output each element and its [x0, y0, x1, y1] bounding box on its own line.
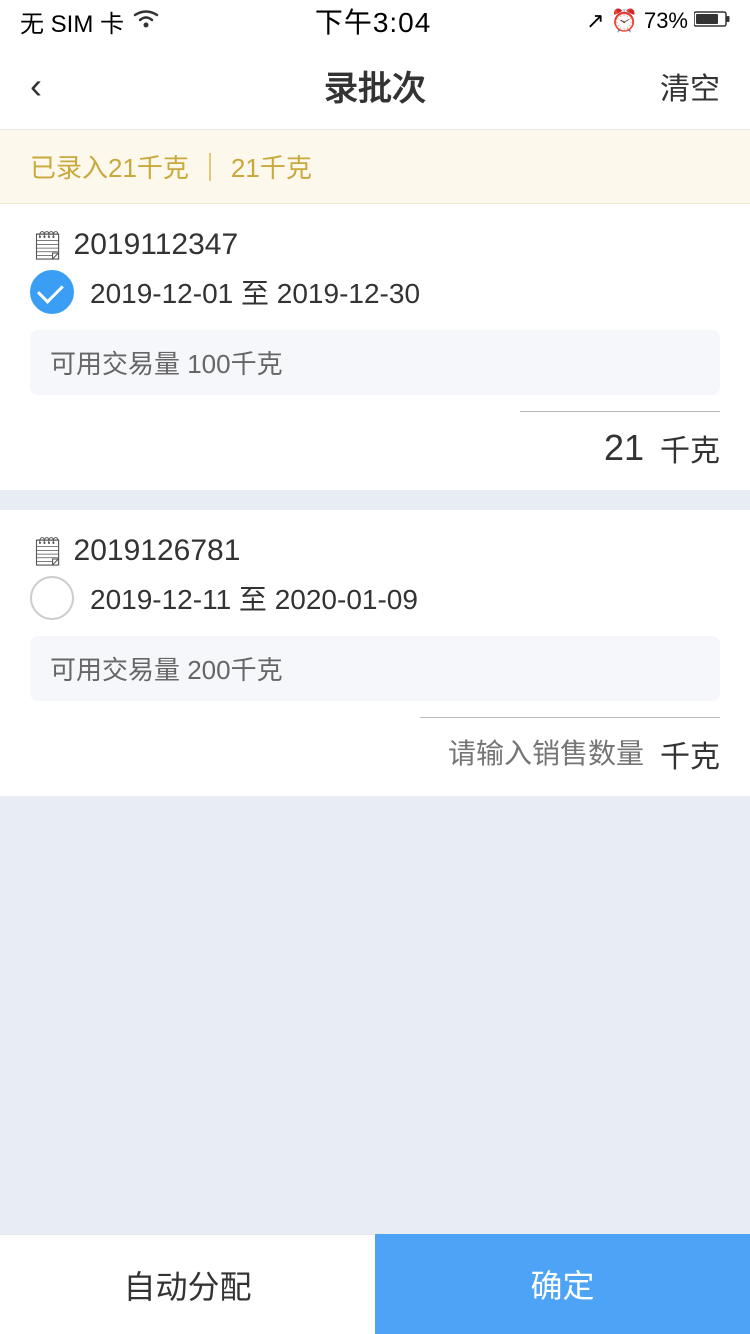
batch-header-1: 🗒 2019112347: [0, 204, 750, 270]
main-content: 已录入21千克 21千克 🗒 2019112347 2019-12-01 至 2…: [0, 130, 750, 1234]
wifi-icon: [132, 7, 160, 35]
quantity-input-2[interactable]: [364, 738, 644, 770]
batch-item-1: 🗒 2019112347 2019-12-01 至 2019-12-30 可用交…: [0, 204, 750, 490]
battery-percent: 73%: [644, 8, 688, 34]
status-left: 无 SIM 卡: [20, 4, 160, 39]
section-separator: [0, 490, 750, 510]
batch-avail-2: 可用交易量 200千克: [30, 636, 720, 701]
batch-header-2: 🗒 2019126781: [0, 510, 750, 576]
empty-area: [0, 796, 750, 1234]
batch-amount-row-1: 21 千克: [0, 416, 750, 490]
location-icon: ↗: [586, 8, 604, 34]
batch-date-row-2[interactable]: 2019-12-11 至 2020-01-09: [0, 576, 750, 628]
batch-id-1: 2019112347: [74, 228, 239, 262]
recorded-value: 21千克: [231, 148, 312, 185]
batch-item-2: 🗒 2019126781 2019-12-11 至 2020-01-09 可用交…: [0, 510, 750, 796]
battery-icon: [694, 8, 730, 34]
recorded-label: 已录入21千克: [30, 148, 189, 185]
page-title: 录批次: [324, 61, 426, 110]
batch-avail-1: 可用交易量 100千克: [30, 330, 720, 395]
batch-icon-2: 🗒: [30, 535, 66, 568]
amount-value-1: 21: [604, 427, 644, 469]
batch-id-2: 2019126781: [74, 534, 241, 568]
batch-date-1: 2019-12-01 至 2019-12-30: [90, 272, 420, 312]
alarm-icon: ⏰: [611, 8, 638, 34]
status-time: 下午3:04: [315, 1, 432, 41]
amount-unit-1: 千克: [660, 426, 720, 470]
bottom-bar: 自动分配 确定: [0, 1234, 750, 1334]
clear-button[interactable]: 清空: [660, 64, 720, 108]
info-banner: 已录入21千克 21千克: [0, 130, 750, 204]
input-row-2[interactable]: 千克: [0, 722, 750, 796]
banner-divider: [209, 153, 211, 181]
auto-distribute-button[interactable]: 自动分配: [0, 1234, 375, 1334]
nav-bar: ‹ 录批次 清空: [0, 42, 750, 130]
input-unit-2: 千克: [660, 732, 720, 776]
batch-icon-1: 🗒: [30, 229, 66, 262]
confirm-button[interactable]: 确定: [375, 1234, 750, 1334]
carrier-text: 无 SIM 卡: [20, 4, 124, 39]
radio-unchecked-2[interactable]: [30, 576, 74, 620]
back-button[interactable]: ‹: [30, 65, 90, 107]
radio-checked-1[interactable]: [30, 270, 74, 314]
status-right: ↗ ⏰ 73%: [586, 8, 730, 34]
batch-date-2: 2019-12-11 至 2020-01-09: [90, 578, 418, 618]
status-bar: 无 SIM 卡 下午3:04 ↗ ⏰ 73%: [0, 0, 750, 42]
batch-date-row-1[interactable]: 2019-12-01 至 2019-12-30: [0, 270, 750, 322]
